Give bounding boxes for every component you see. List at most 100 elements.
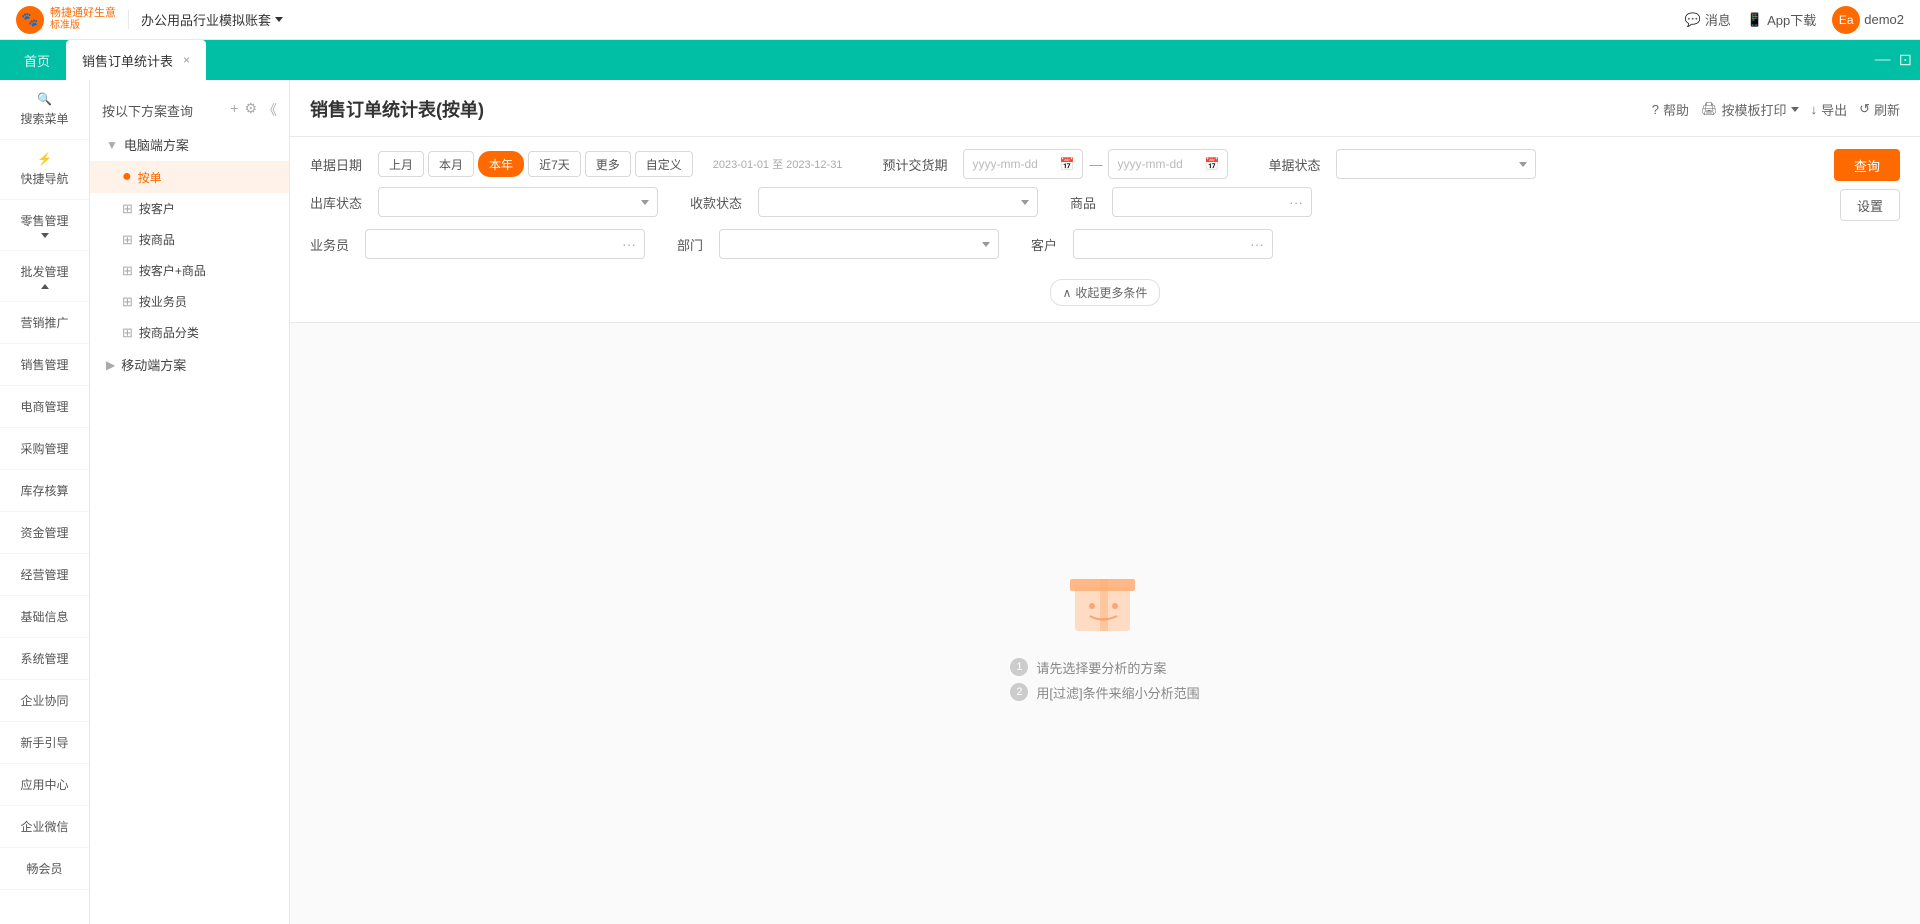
goods-select[interactable]: ···	[1112, 187, 1312, 217]
step-2-icon: 2	[1010, 683, 1028, 701]
sidebar-item-app-center[interactable]: 应用中心	[0, 764, 89, 806]
fold-button[interactable]: ∧ 收起更多条件	[1050, 279, 1161, 306]
help-action[interactable]: ? 帮助	[1652, 100, 1689, 119]
sidebar-item-member[interactable]: 畅会员	[0, 848, 89, 890]
empty-illustration	[1060, 551, 1150, 641]
receipt-status-label: 收款状态	[690, 193, 742, 212]
minimize-icon[interactable]: —	[1875, 51, 1891, 69]
sidebar-item-basic[interactable]: 基础信息	[0, 596, 89, 638]
receipt-status-select[interactable]	[758, 187, 1038, 217]
navtabs: 首页 销售订单统计表 × — ⊡	[0, 40, 1920, 80]
date-end-input[interactable]: yyyy-mm-dd 📅	[1108, 149, 1228, 179]
sidebar-item-wholesale[interactable]: 批发管理	[0, 251, 89, 302]
customer-label: 客户	[1031, 235, 1057, 254]
avatar: Ea	[1832, 6, 1860, 34]
logo-icon: 🐾	[16, 6, 44, 34]
goods-more-icon[interactable]: ···	[1289, 194, 1303, 210]
customer-select[interactable]: ···	[1073, 229, 1273, 259]
ship-status-select[interactable]	[378, 187, 658, 217]
tree-node-icon: ⊞	[122, 263, 133, 279]
sidebar-item-search-menu[interactable]: 🔍 搜索菜单	[0, 80, 89, 140]
maximize-icon[interactable]: ⊡	[1899, 50, 1912, 70]
tree-label: 移动端方案	[121, 355, 186, 374]
page-header: 销售订单统计表(按单) ? 帮助 🖨 按模板打印 ↓	[290, 80, 1920, 137]
date-start-input[interactable]: yyyy-mm-dd 📅	[963, 149, 1083, 179]
sidebar-item-quick-nav[interactable]: ⚡ 快捷导航	[0, 140, 89, 200]
sidebar-item-inventory[interactable]: 库存核算	[0, 470, 89, 512]
page-header-actions: ? 帮助 🖨 按模板打印 ↓ 导出 ↺	[1652, 100, 1900, 119]
panel-header: 按以下方案查询 + ⚙ 《	[90, 92, 289, 128]
sidebar-item-purchase[interactable]: 采购管理	[0, 428, 89, 470]
print-action[interactable]: 🖨 按模板打印	[1701, 100, 1799, 119]
tree-item-by-goods[interactable]: ⊞ 按商品	[90, 224, 289, 255]
navtabs-actions: — ⊡	[1875, 50, 1912, 70]
expected-date-label: 预计交货期	[882, 155, 947, 174]
tab-home[interactable]: 首页	[8, 40, 66, 80]
dept-select[interactable]	[719, 229, 999, 259]
tab-close-icon[interactable]: ×	[183, 53, 190, 67]
sidebar-item-ecom[interactable]: 电商管理	[0, 386, 89, 428]
bill-status-label: 单据状态	[1268, 155, 1320, 174]
tree-item-by-customer[interactable]: ⊞ 按客户	[90, 193, 289, 224]
period-last7-btn[interactable]: 近7天	[528, 151, 581, 177]
goods-label: 商品	[1070, 193, 1096, 212]
filter-area: 单据日期 上月 本月 本年 近7天 更多 自定义 2023-01-01 至 20…	[290, 137, 1920, 323]
tree-item-by-salesman[interactable]: ⊞ 按业务员	[90, 286, 289, 317]
empty-hint-2: 2 用[过滤]条件来缩小分析范围	[1010, 683, 1199, 702]
sidebar-item-marketing[interactable]: 营销推广	[0, 302, 89, 344]
add-scheme-icon[interactable]: +	[230, 100, 238, 120]
period-custom-btn[interactable]: 自定义	[635, 151, 693, 177]
period-last-month-btn[interactable]: 上月	[378, 151, 424, 177]
sidebar-item-system[interactable]: 系统管理	[0, 638, 89, 680]
salesman-label: 业务员	[310, 235, 349, 254]
tree-item-by-customer-goods[interactable]: ⊞ 按客户+商品	[90, 255, 289, 286]
message-icon: 💬	[1685, 12, 1701, 28]
export-icon: ↓	[1811, 102, 1818, 117]
sidebar-item-wechat[interactable]: 企业微信	[0, 806, 89, 848]
collapse-panel-icon[interactable]: 《	[263, 100, 277, 120]
period-this-year-btn[interactable]: 本年	[478, 151, 524, 177]
main-layout: 🔍 搜索菜单 ⚡ 快捷导航 零售管理 批发管理 营销推广 销售管理 电商管理 采…	[0, 80, 1920, 924]
settings-scheme-icon[interactable]: ⚙	[244, 100, 257, 120]
export-action[interactable]: ↓ 导出	[1811, 100, 1848, 119]
period-this-month-btn[interactable]: 本月	[428, 151, 474, 177]
tree-node-icon: ⊞	[122, 232, 133, 248]
topbar: 🐾 畅捷通好生意 标准版 办公用品行业模拟账套 💬 消息 📱 App下载 Ea …	[0, 0, 1920, 40]
empty-state: 1 请先选择要分析的方案 2 用[过滤]条件来缩小分析范围	[290, 323, 1920, 924]
query-button[interactable]: 查询	[1834, 149, 1900, 181]
user-profile[interactable]: Ea demo2	[1832, 6, 1904, 34]
tree-item-by-category[interactable]: ⊞ 按商品分类	[90, 317, 289, 348]
empty-hint-1: 1 请先选择要分析的方案	[1010, 658, 1199, 677]
customer-more-icon[interactable]: ···	[1250, 236, 1264, 252]
period-more-btn[interactable]: 更多	[585, 151, 631, 177]
message-action[interactable]: 💬 消息	[1685, 10, 1731, 29]
tree-label: 电脑端方案	[124, 135, 189, 154]
tree-item-pc[interactable]: ▼ 电脑端方案	[90, 128, 289, 161]
app-download-action[interactable]: 📱 App下载	[1747, 10, 1816, 29]
bill-status-chevron-icon	[1519, 162, 1527, 167]
tab-sales-order[interactable]: 销售订单统计表 ×	[66, 40, 206, 80]
tree-label: 按客户+商品	[139, 262, 206, 279]
refresh-action[interactable]: ↺ 刷新	[1859, 100, 1900, 119]
sidebar: 🔍 搜索菜单 ⚡ 快捷导航 零售管理 批发管理 营销推广 销售管理 电商管理 采…	[0, 80, 90, 924]
app-selector[interactable]: 办公用品行业模拟账套	[128, 10, 283, 29]
tree-expand-icon: ▼	[106, 138, 118, 152]
sidebar-item-newcomer[interactable]: 新手引导	[0, 722, 89, 764]
sidebar-item-retail[interactable]: 零售管理	[0, 200, 89, 251]
tree-item-by-order[interactable]: ● 按单	[90, 161, 289, 193]
sidebar-item-sales[interactable]: 销售管理	[0, 344, 89, 386]
panel-title: 按以下方案查询	[102, 101, 193, 120]
tree-label: 按客户	[139, 200, 175, 217]
settings-button[interactable]: 设置	[1840, 189, 1900, 221]
topbar-left: 🐾 畅捷通好生意 标准版 办公用品行业模拟账套	[16, 6, 283, 34]
sidebar-item-corp[interactable]: 企业协同	[0, 680, 89, 722]
page-title: 销售订单统计表(按单)	[310, 96, 484, 122]
sidebar-item-operations[interactable]: 经营管理	[0, 554, 89, 596]
sidebar-item-finance[interactable]: 资金管理	[0, 512, 89, 554]
bill-status-select[interactable]	[1336, 149, 1536, 179]
tree-label: 按商品	[139, 231, 175, 248]
salesman-more-icon[interactable]: ···	[622, 236, 636, 252]
tree-item-mobile[interactable]: ▶ 移动端方案	[90, 348, 289, 381]
salesman-select[interactable]: ···	[365, 229, 645, 259]
tree-label: 按单	[138, 169, 162, 186]
